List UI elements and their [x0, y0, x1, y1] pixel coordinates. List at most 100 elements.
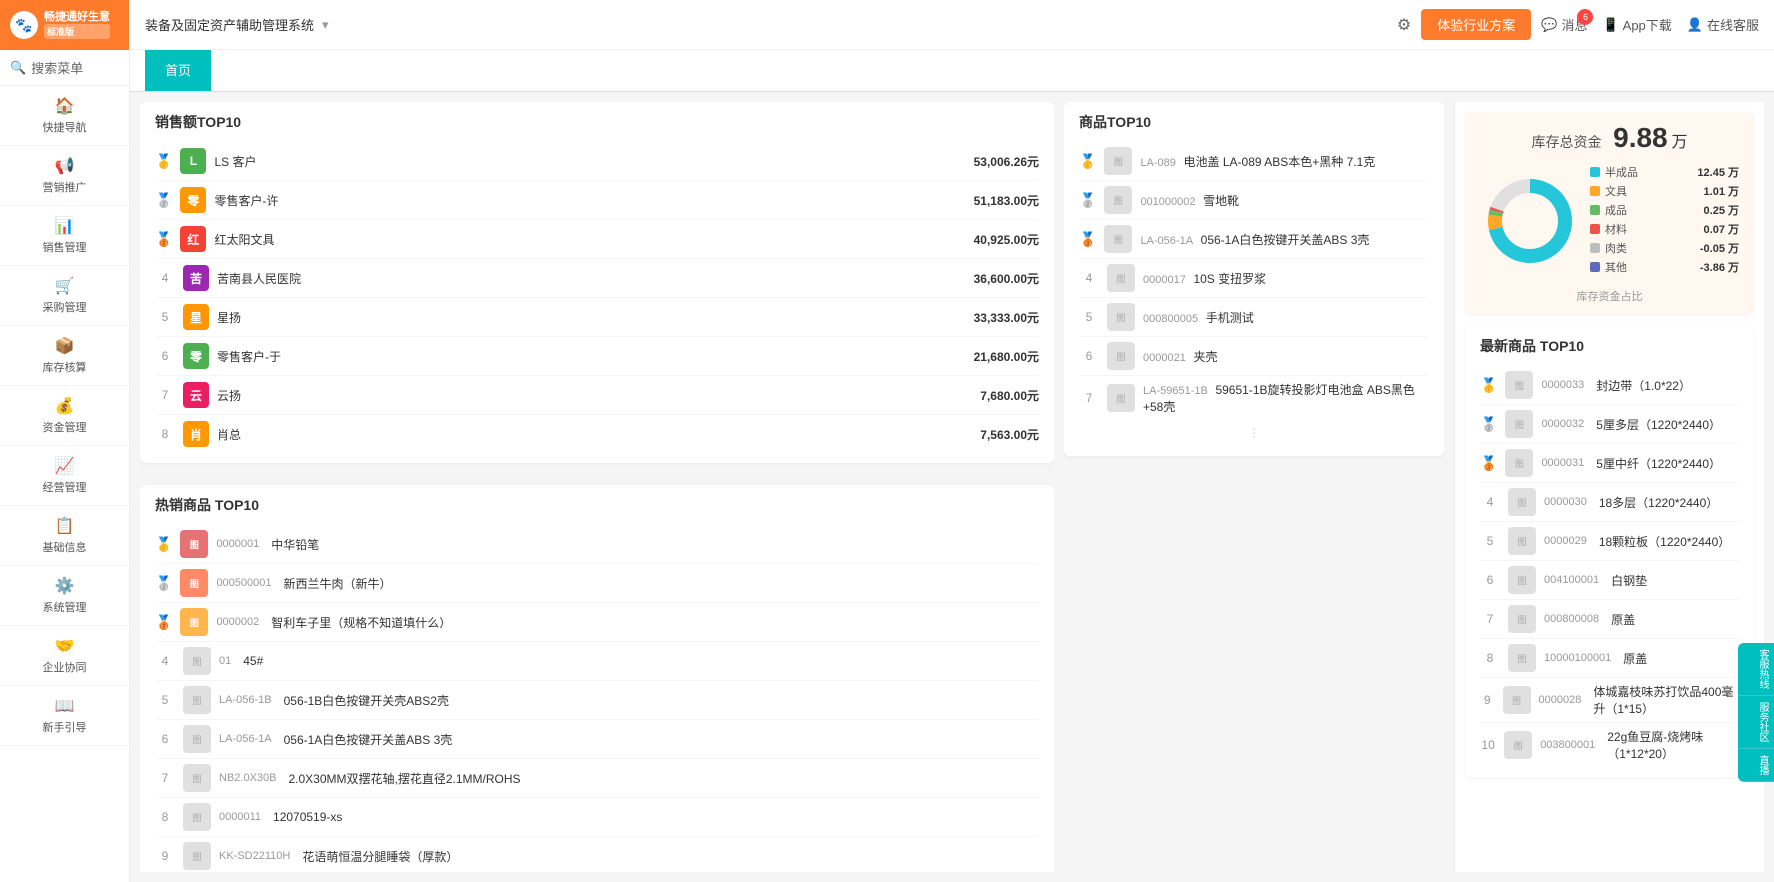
product-name: 中华铅笔 — [271, 536, 319, 553]
scroll-indicator: ⋮ — [1079, 420, 1429, 446]
product-name: 新西兰牛肉（新牛） — [284, 575, 392, 592]
legend-value: 0.25 万 — [1704, 202, 1739, 218]
product-thumbnail: 图 — [1107, 303, 1135, 331]
app-download-button[interactable]: 📱 App下载 — [1602, 15, 1671, 34]
rank-number: 4 — [155, 271, 175, 285]
product-code: 0000031 — [1541, 457, 1584, 469]
medal-icon: 🥉 — [1079, 231, 1096, 248]
product-code: 0000017 — [1143, 274, 1186, 286]
customer-section-title: 销售额TOP10 — [155, 112, 1039, 132]
rank-number: 7 — [1480, 612, 1500, 626]
chevron-down-icon: ▾ — [322, 17, 329, 33]
product-thumbnail: 图 — [1508, 605, 1536, 633]
product-code: 0000028 — [1539, 694, 1582, 706]
sidebar-item-zijin[interactable]: 💰 资金管理 — [0, 386, 129, 446]
medal-icon: 🥇 — [155, 536, 172, 553]
donut-chart — [1480, 171, 1580, 271]
product-name: 体城嘉枝味苏打饮品400毫升（1*15） — [1593, 683, 1739, 717]
medal-icon: 🥇 — [1079, 153, 1096, 170]
product-code: 004100001 — [1544, 574, 1599, 586]
customer-amount: 51,183.00元 — [974, 192, 1039, 209]
sidebar-item-qiye[interactable]: 🤝 企业协同 — [0, 626, 129, 686]
legend-value: 12.45 万 — [1697, 164, 1739, 180]
customer-list-item: 🥉 红 红太阳文具 40,925.00元 — [155, 220, 1039, 259]
app-badge: 标准版 — [44, 24, 110, 39]
customer-avatar: 红 — [180, 226, 206, 252]
search-menu[interactable]: 🔍 搜索菜单 — [0, 50, 129, 86]
sidebar-item-kucun[interactable]: 📦 库存核算 — [0, 326, 129, 386]
sidebar-item-jichu[interactable]: 📋 基础信息 — [0, 506, 129, 566]
product-code: 0000011 — [219, 811, 261, 823]
customer-avatar: L — [180, 148, 206, 174]
latest-product-item: 7 图 000800008 原盖 — [1480, 600, 1739, 639]
settings-icon[interactable]: ⚙ — [1397, 15, 1411, 35]
latest-products-title: 最新商品 TOP10 — [1480, 336, 1739, 356]
sidebar-item-xitong[interactable]: ⚙️ 系统管理 — [0, 566, 129, 626]
settings-icon: ⚙️ — [55, 576, 75, 596]
inventory-icon: 📦 — [55, 336, 75, 356]
sidebar-item-xinshou[interactable]: 📖 新手引导 — [0, 686, 129, 746]
product-thumbnail: 图 — [1505, 410, 1533, 438]
sidebar-item-yingxiao[interactable]: 📢 营销推广 — [0, 146, 129, 206]
customer-avatar: 苦 — [183, 265, 209, 291]
product-name: 18颗粒板（1220*2440） — [1599, 533, 1730, 550]
hot-product-item: 🥉 图 0000002 智利车子里（规格不知道填什么） — [155, 603, 1039, 642]
customer-amount: 40,925.00元 — [974, 231, 1039, 248]
marketing-icon: 📢 — [55, 156, 75, 176]
tab-home[interactable]: 首页 — [145, 50, 211, 91]
online-service-button[interactable]: 👤 在线客服 — [1687, 15, 1759, 34]
sidebar-item-kuaijie[interactable]: 🏠 快捷导航 — [0, 86, 129, 146]
medal-icon: 🥈 — [1079, 192, 1096, 209]
legend-item: 肉类 -0.05 万 — [1590, 240, 1739, 256]
chart-legend: 半成品 12.45 万 文具 1.01 万 成品 0.25 万 — [1590, 164, 1739, 278]
sidebar-item-caigou[interactable]: 🛒 采购管理 — [0, 266, 129, 326]
customer-list-item: 6 零 零售客户-于 21,680.00元 — [155, 337, 1039, 376]
product-info: LA-089 电池盖 LA-089 ABS本色+黑种 7.1克 — [1140, 153, 1429, 170]
sidebar-item-label: 采购管理 — [43, 299, 87, 315]
topbar-title-text: 装备及固定资产辅助管理系统 — [145, 15, 314, 34]
product-code: 001000002 — [1140, 196, 1195, 208]
product-code: 0000021 — [1143, 352, 1186, 364]
product-name: 056-1B白色按键开关壳ABS2壳 — [284, 692, 449, 709]
product-code: 0000002 — [216, 616, 259, 628]
trial-button[interactable]: 体验行业方案 — [1421, 9, 1531, 40]
product-list-item: 5 图 000800005 手机测试 — [1079, 298, 1429, 337]
collab-icon: 🤝 — [55, 636, 75, 656]
search-label: 搜索菜单 — [31, 58, 83, 77]
app-logo: 🐾 畅捷通好生意 标准版 — [0, 0, 129, 50]
home-icon: 🏠 — [55, 96, 75, 116]
product-title-text: 商品TOP10 — [1079, 112, 1151, 132]
medal-icon: 🥉 — [155, 614, 172, 631]
notification-button[interactable]: 💬 消息 6 — [1541, 15, 1587, 34]
customer-amount: 36,600.00元 — [974, 270, 1039, 287]
latest-products-list: 🥇 图 0000033 封边带（1.0*22） 🥈 图 0000032 5厘多层… — [1480, 366, 1739, 767]
hot-products-title-text: 热销商品 TOP10 — [155, 495, 259, 515]
customer-name: 云扬 — [217, 387, 972, 404]
product-code: 000800008 — [1544, 613, 1599, 625]
inventory-card: 库存总资金 9.88 万 — [1465, 112, 1754, 314]
main-area: 装备及固定资产辅助管理系统 ▾ ⚙ 体验行业方案 💬 消息 6 📱 App下载 … — [130, 0, 1774, 882]
legend-label: 文具 — [1605, 183, 1699, 199]
product-thumbnail: 图 — [1107, 342, 1135, 370]
product-name: 45# — [243, 654, 263, 668]
float-btn-community[interactable]: 服务社区 — [1738, 696, 1774, 749]
product-thumbnail: 图 — [183, 686, 211, 714]
customer-list-item: 🥇 L LS 客户 53,006.26元 — [155, 142, 1039, 181]
inventory-amount: 9.88 — [1613, 122, 1668, 153]
customer-list-item: 7 云 云扬 7,680.00元 — [155, 376, 1039, 415]
legend-label: 肉类 — [1605, 240, 1695, 256]
operation-icon: 📈 — [55, 456, 75, 476]
float-btn-service[interactable]: 客服热线 — [1738, 643, 1774, 696]
product-info: LA-056-1A 056-1A白色按键开关盖ABS 3壳 — [1140, 231, 1429, 248]
product-code: KK-SD22110H — [219, 850, 290, 862]
float-btn-live[interactable]: 直播 — [1738, 749, 1774, 782]
customer-name: 星扬 — [217, 309, 966, 326]
sidebar-item-jingying[interactable]: 📈 经营管理 — [0, 446, 129, 506]
product-list-item: 🥈 图 001000002 雪地靴 — [1079, 181, 1429, 220]
product-code: 0000032 — [1541, 418, 1584, 430]
hot-product-item: 🥇 图 0000001 中华铅笔 — [155, 525, 1039, 564]
legend-label: 其他 — [1605, 259, 1695, 275]
sidebar-item-xiaoshou[interactable]: 📊 销售管理 — [0, 206, 129, 266]
logo-icon: 🐾 — [10, 11, 38, 39]
rank-number: 7 — [1079, 391, 1099, 405]
